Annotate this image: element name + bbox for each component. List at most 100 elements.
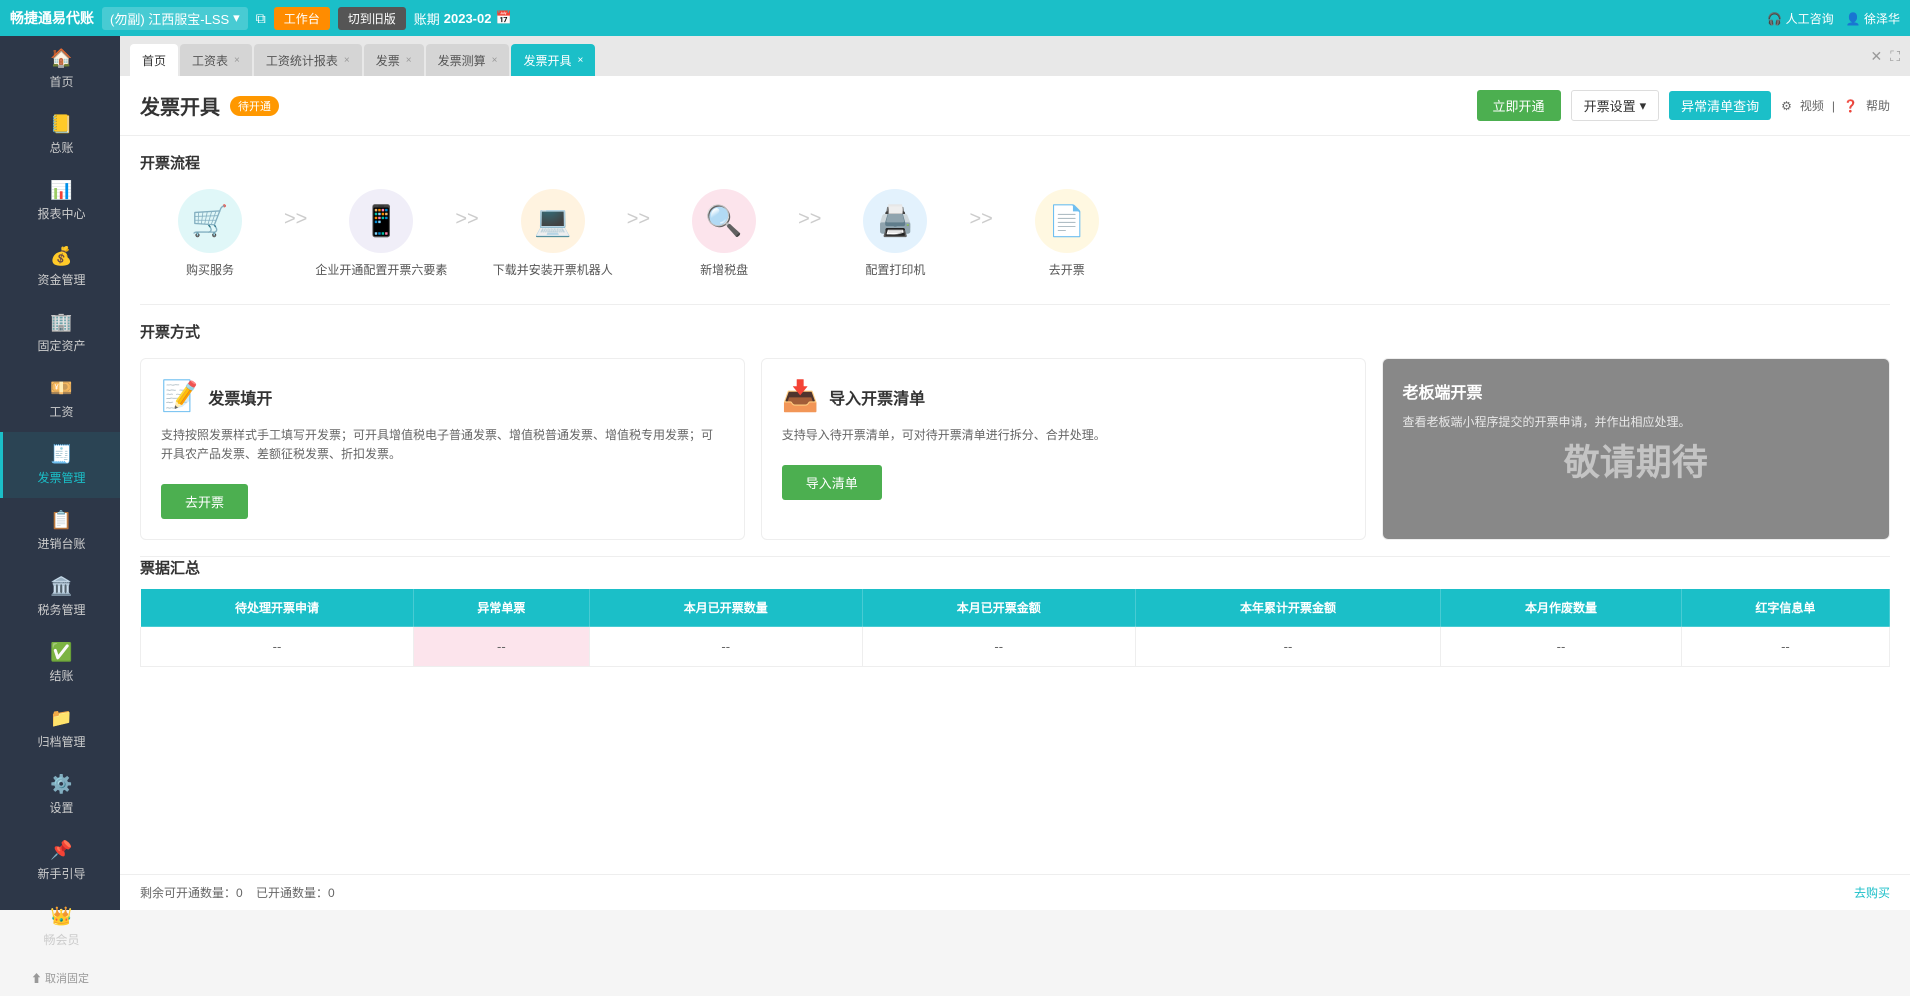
tab-invoice-close[interactable]: × (406, 55, 412, 66)
footer-buy-link[interactable]: 去购买 (1854, 884, 1890, 901)
table-row: -- -- -- -- -- -- -- (141, 627, 1890, 667)
sidebar-item-vip[interactable]: 👑 畅会员 (0, 894, 120, 960)
tab-invoice-calc-close[interactable]: × (492, 55, 498, 66)
method-section-title: 开票方式 (140, 321, 1890, 342)
tab-salary-table-label: 工资表 (192, 52, 228, 69)
tab-salary-report-label: 工资统计报表 (266, 52, 338, 69)
sidebar-item-label: 新手引导 (37, 865, 85, 882)
vip-icon: 👑 (50, 906, 72, 927)
open-settings-button[interactable]: 开票设置 ▾ (1571, 90, 1660, 121)
sidebar-item-assets[interactable]: 🏢 固定资产 (0, 300, 120, 366)
main-layout: 🏠 首页 📒 总账 📊 报表中心 💰 资金管理 🏢 固定资产 💴 工资 🧾 发票… (0, 36, 1910, 910)
tab-invoice[interactable]: 发票 × (364, 44, 424, 76)
tab-salary-table-close[interactable]: × (234, 55, 240, 66)
tab-invoice-label: 发票 (376, 52, 400, 69)
sidebar-item-guide[interactable]: 📌 新手引导 (0, 828, 120, 894)
sidebar-item-ledger[interactable]: 📒 总账 (0, 102, 120, 168)
question-icon: ❓ (1843, 99, 1858, 113)
sidebar-item-reports[interactable]: 📊 报表中心 (0, 168, 120, 234)
window-controls: ✕ ⛶ (1870, 36, 1900, 76)
sidebar-item-purchase[interactable]: 📋 进销台账 (0, 498, 120, 564)
sidebar-item-home[interactable]: 🏠 首页 (0, 36, 120, 102)
ledger-icon: 📒 (50, 114, 72, 135)
tab-home-label: 首页 (142, 52, 166, 69)
user-icon: 👤 (1846, 12, 1861, 26)
sidebar-item-label: 归档管理 (37, 733, 85, 750)
chevron-down-icon: ▾ (233, 10, 240, 26)
cancel-fixed-button[interactable]: ⬆ 取消固定 (31, 970, 89, 986)
sidebar-item-salary[interactable]: 💴 工资 (0, 366, 120, 432)
col-month-count: 本月已开票数量 (589, 589, 862, 627)
old-card-desc: 查看老板端小程序提交的开票申请，并作出相应处理。 (1403, 413, 1869, 430)
fill-card-desc: 支持按照发票样式手工填写开发票；可开具增值税电子普通发票、增值税普通发票、增值税… (161, 426, 724, 464)
company-selector[interactable]: (勿副) 江西服宝-LSS ▾ (102, 7, 248, 30)
calendar-icon: 📅 (495, 10, 511, 26)
help-label: 帮助 (1866, 97, 1890, 114)
sidebar-item-invoice[interactable]: 🧾 发票管理 (0, 432, 120, 498)
sidebar-item-tax[interactable]: 🏛️ 税务管理 (0, 564, 120, 630)
open-invoice-label: 去开票 (1049, 261, 1085, 278)
flow-step-config: 📱 企业开通配置开票六要素 (311, 189, 451, 278)
arrow-1: >> (284, 208, 307, 231)
sidebar-item-settlement[interactable]: ✅ 结账 (0, 630, 120, 696)
col-month-amount: 本月已开票金额 (862, 589, 1135, 627)
period-selector[interactable]: 账期 2023-02 📅 (414, 9, 512, 28)
sidebar-item-label: 设置 (49, 799, 73, 816)
tab-home[interactable]: 首页 (130, 44, 178, 76)
old-card-watermark: 敬请期待 (1564, 434, 1708, 486)
import-list-button[interactable]: 导入清单 (782, 465, 882, 500)
sidebar-item-label: 首页 (49, 73, 73, 90)
arrow-3: >> (627, 208, 650, 231)
flow-section: 开票流程 🛒 购买服务 >> 📱 企业开通配置开票六要素 (120, 136, 1910, 304)
val-year-amount: -- (1135, 627, 1440, 667)
open-invoice-icon: 📄 (1035, 189, 1099, 253)
tab-salary-report[interactable]: 工资统计报表 × (254, 44, 362, 76)
close-icon[interactable]: ✕ (1870, 48, 1882, 65)
company-name: (勿副) 江西服宝-LSS (110, 9, 229, 28)
headset-icon: 🎧 (1767, 12, 1782, 26)
tab-invoice-tool[interactable]: 发票开具 × (511, 44, 595, 76)
resize-icon[interactable]: ⛶ (1890, 48, 1900, 65)
taxdisk-icon: 🔍 (692, 189, 756, 253)
consult-link[interactable]: 🎧 人工咨询 (1767, 10, 1833, 27)
sidebar-item-funds[interactable]: 💰 资金管理 (0, 234, 120, 300)
sidebar-item-settings[interactable]: ⚙️ 设置 (0, 762, 120, 828)
val-void-count: -- (1441, 627, 1682, 667)
sidebar: 🏠 首页 📒 总账 📊 报表中心 💰 资金管理 🏢 固定资产 💴 工资 🧾 发票… (0, 36, 120, 910)
flow-step-open: 📄 去开票 (997, 189, 1137, 278)
page-header-actions: 立即开通 开票设置 ▾ 异常清单查询 ⚙ 视频 | ❓ 帮助 (1477, 90, 1890, 121)
salary-icon: 💴 (50, 378, 72, 399)
archive-icon: 📁 (50, 708, 72, 729)
user-profile[interactable]: 👤 徐泽华 (1846, 10, 1900, 27)
page-title-area: 发票开具 待开通 (140, 91, 279, 120)
buy-service-label: 购买服务 (186, 261, 234, 278)
flow-section-title: 开票流程 (140, 152, 1890, 173)
fill-card-header: 📝 发票填开 (161, 379, 724, 414)
val-abnormal: -- (414, 627, 590, 667)
top-bar-left: 畅捷通易代账 (勿副) 江西服宝-LSS ▾ ⧉ 工作台 切到旧版 账期 202… (10, 7, 512, 30)
top-bar-right: 🎧 人工咨询 👤 徐泽华 (1767, 10, 1900, 27)
import-invoice-card: 📥 导入开票清单 支持导入待开票清单，可对待开票清单进行拆分、合并处理。 导入清… (761, 358, 1366, 540)
printer-label: 配置打印机 (865, 261, 925, 278)
settlement-icon: ✅ (50, 642, 72, 663)
open-now-button[interactable]: 立即开通 (1477, 90, 1561, 121)
switch-old-button[interactable]: 切到旧版 (338, 7, 406, 30)
sidebar-item-archive[interactable]: 📁 归档管理 (0, 696, 120, 762)
tab-salary-table[interactable]: 工资表 × (180, 44, 252, 76)
period-label: 账期 (414, 9, 440, 28)
tab-invoice-tool-close[interactable]: × (577, 55, 583, 66)
import-card-icon: 📥 (782, 379, 819, 414)
go-invoice-button[interactable]: 去开票 (161, 484, 248, 519)
top-bar: 畅捷通易代账 (勿副) 江西服宝-LSS ▾ ⧉ 工作台 切到旧版 账期 202… (0, 0, 1910, 36)
buy-service-icon: 🛒 (178, 189, 242, 253)
abnormal-query-button[interactable]: 异常清单查询 (1669, 91, 1771, 120)
page-content: 发票开具 待开通 立即开通 开票设置 ▾ 异常清单查询 ⚙ 视频 | ❓ (120, 76, 1910, 874)
config-label: 企业开通配置开票六要素 (315, 261, 447, 278)
tab-invoice-calc[interactable]: 发票测算 × (426, 44, 510, 76)
tab-salary-report-close[interactable]: × (344, 55, 350, 66)
workbench-button[interactable]: 工作台 (274, 7, 330, 30)
invoice-icon: 🧾 (50, 444, 72, 465)
download-label: 下载并安装开票机器人 (493, 261, 613, 278)
app-logo: 畅捷通易代账 (10, 8, 94, 28)
open-settings-label: 开票设置 (1584, 96, 1636, 115)
